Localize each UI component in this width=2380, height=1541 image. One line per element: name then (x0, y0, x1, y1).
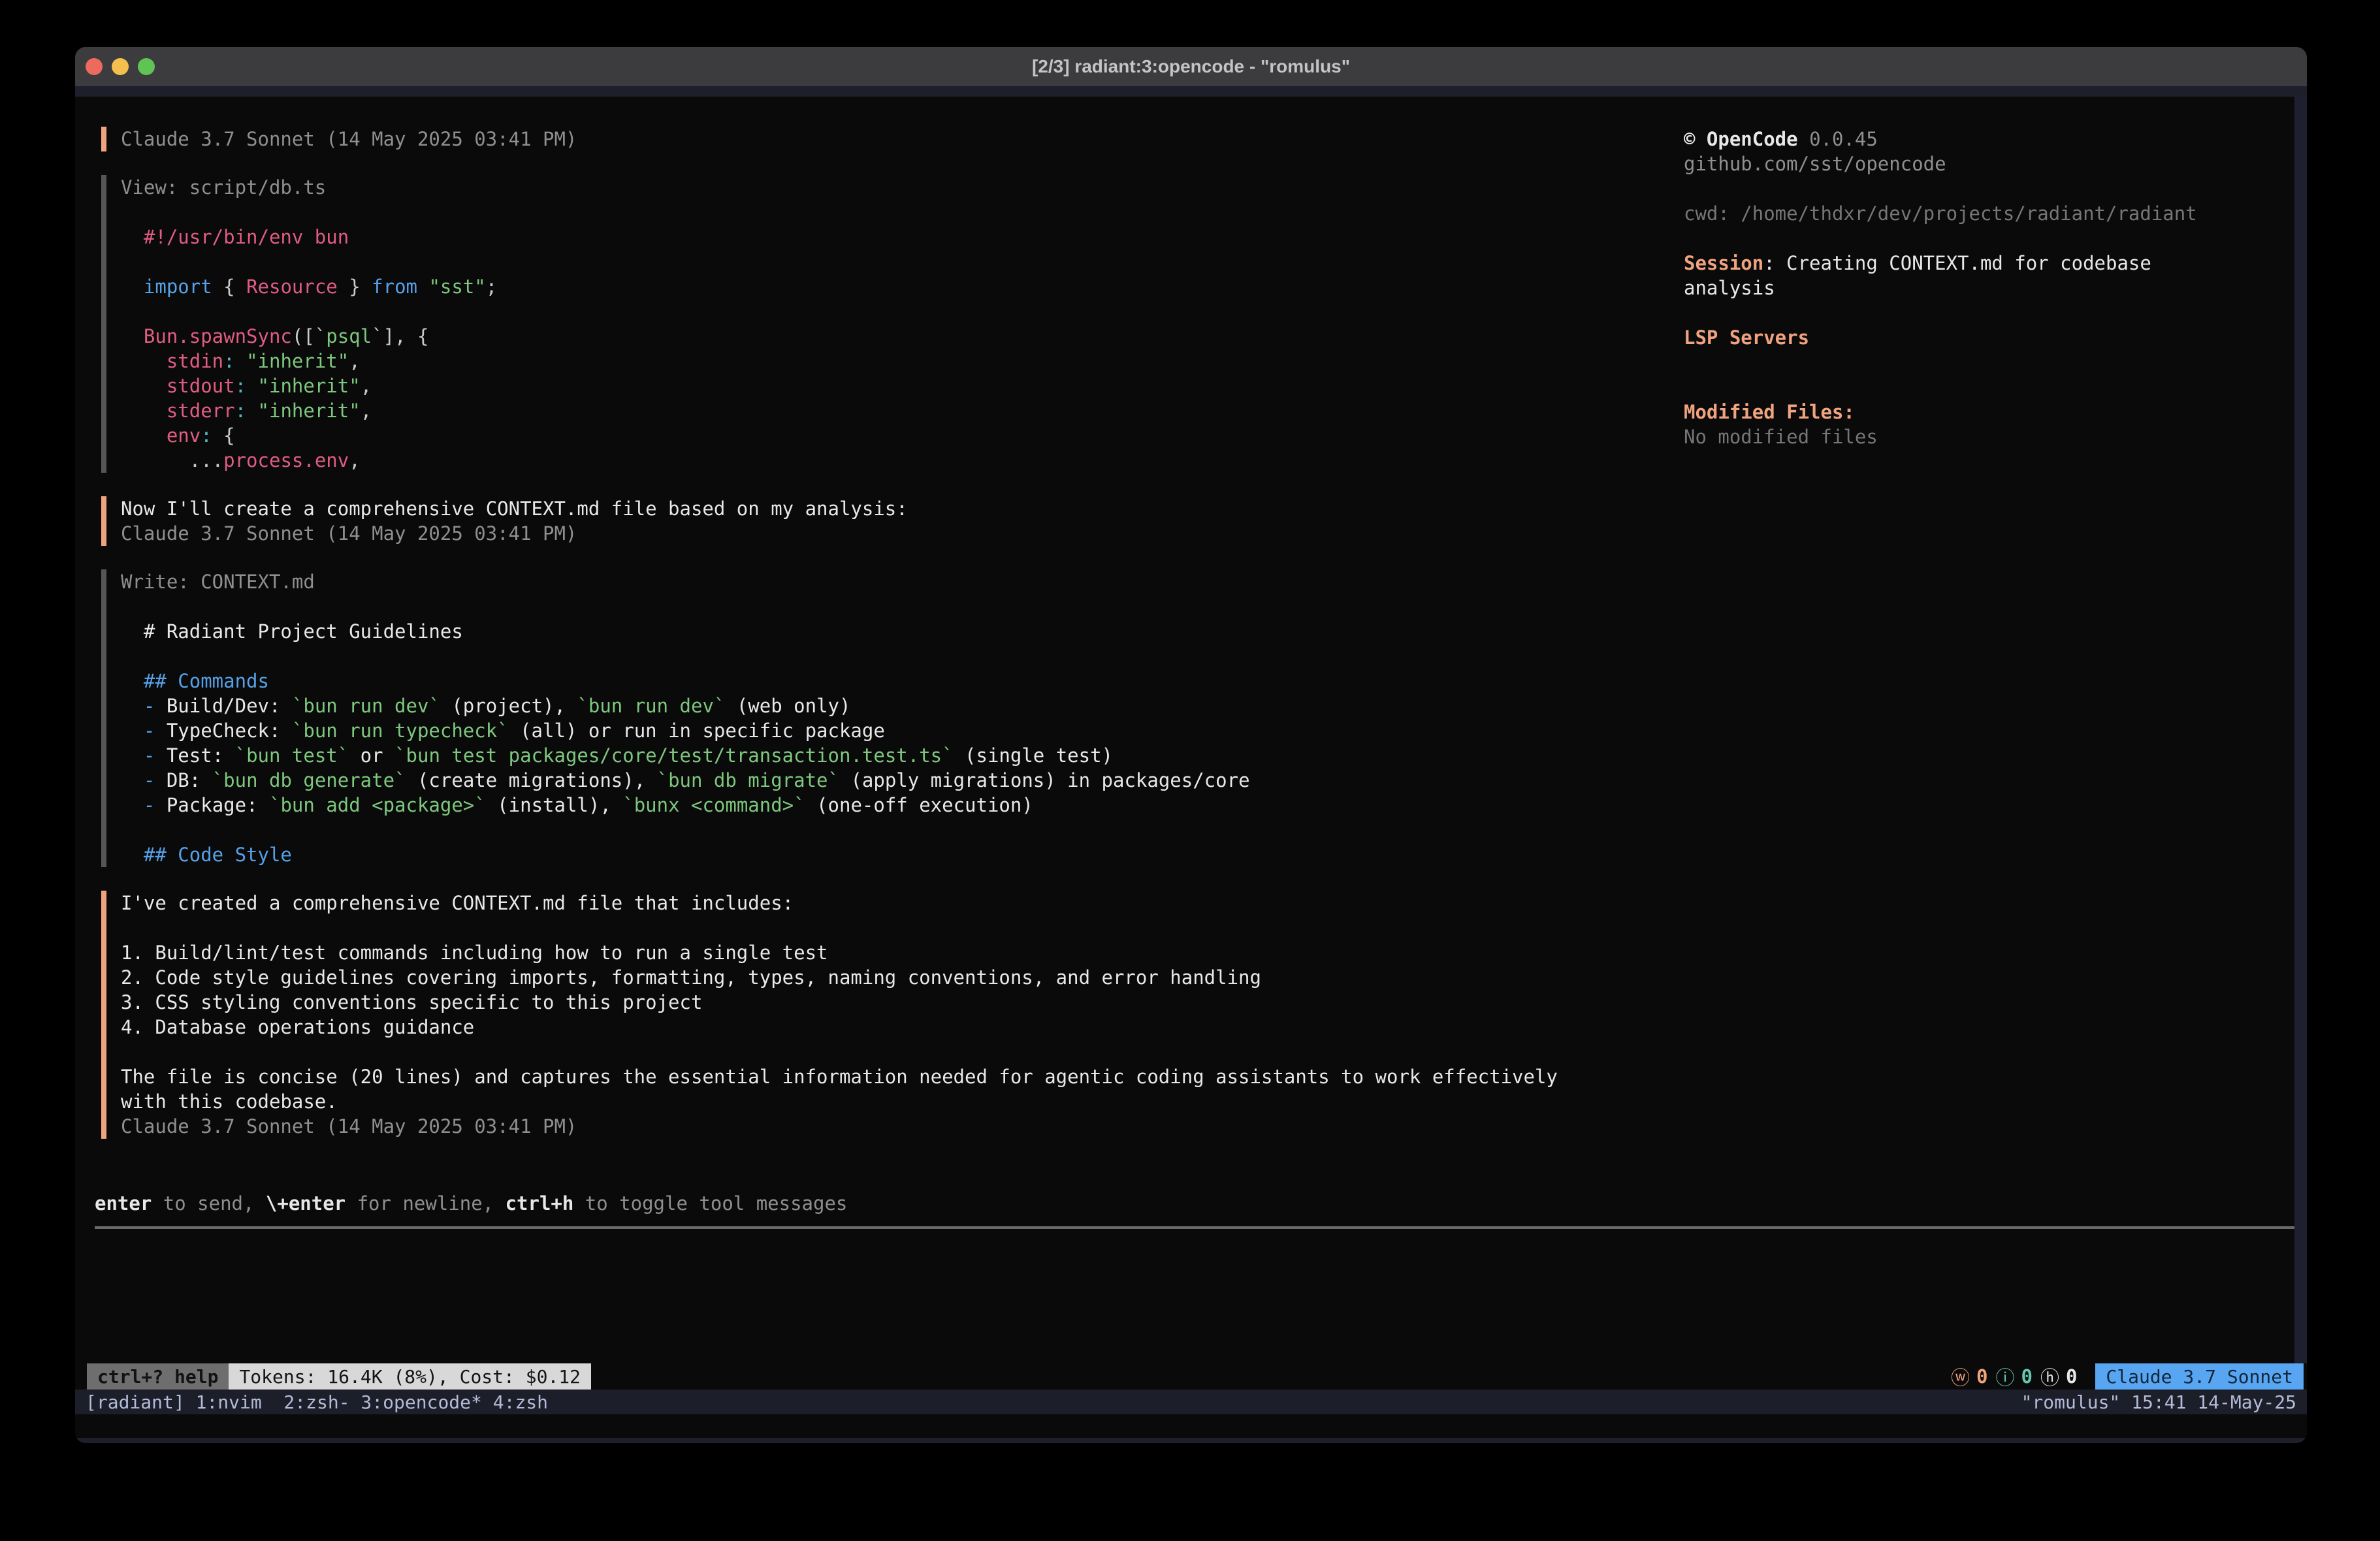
message-line (121, 915, 1669, 940)
message-line: - Test: `bun test` or `bun test packages… (121, 743, 1669, 768)
prompt-input[interactable]: > (75, 1229, 2294, 1359)
message-line: 4. Database operations guidance (121, 1015, 1669, 1040)
window-titlebar: [2/3] radiant:3:opencode - "romulus" (75, 47, 2307, 86)
message-line: - TypeCheck: `bun run typecheck` (all) o… (121, 718, 1669, 743)
sidebar-line (1684, 176, 2307, 201)
tmux-session-clock: "romulus" 15:41 14-May-25 (2021, 1391, 2296, 1413)
sidebar-line: cwd: /home/thdxr/dev/projects/radiant/ra… (1684, 201, 2307, 226)
terminal-bottom-padding (75, 1438, 2307, 1443)
sidebar-line: Session: Creating CONTEXT.md for codebas… (1684, 251, 2307, 276)
message-line: - Package: `bun add <package>` (install)… (121, 793, 1669, 818)
opencode-status-bar: ctrl+? help Tokens: 16.4K (8%), Cost: $0… (75, 1363, 2307, 1390)
keybinding-hint-text: enter to send, \+enter for newline, ctrl… (95, 1191, 847, 1216)
message-line: Claude 3.7 Sonnet (14 May 2025 03:41 PM) (121, 127, 1669, 151)
message-line: I've created a comprehensive CONTEXT.md … (121, 891, 1669, 915)
session-sidebar: © OpenCode 0.0.45github.com/sst/opencode… (1684, 127, 2307, 449)
message-line (121, 299, 1669, 324)
warning-count: ⓦ0 (1951, 1363, 1987, 1390)
message-line: stdin: "inherit", (121, 349, 1669, 373)
message-line: # Radiant Project Guidelines (121, 619, 1669, 644)
message-line: Write: CONTEXT.md (121, 569, 1669, 594)
hint-count: ⓗ0 (2040, 1363, 2077, 1390)
tokens-cost-chip: Tokens: 16.4K (8%), Cost: $0.12 (229, 1363, 591, 1390)
terminal-top-padding (75, 86, 2307, 97)
message-line: Now I'll create a comprehensive CONTEXT.… (121, 496, 1669, 521)
message-line: View: script/db.ts (121, 175, 1669, 200)
message-block: I've created a comprehensive CONTEXT.md … (101, 891, 1669, 1139)
info-count-icon: ⓘ (1995, 1363, 2014, 1390)
keybinding-hint: enter to send, \+enter for newline, ctrl… (95, 1191, 847, 1216)
message-block: Write: CONTEXT.md # Radiant Project Guid… (101, 569, 1669, 867)
message-line: env: { (121, 423, 1669, 448)
message-line (121, 1040, 1669, 1064)
message-line (121, 644, 1669, 669)
info-count: ⓘ0 (1995, 1363, 2032, 1390)
help-shortcut-chip: ctrl+? help (87, 1363, 229, 1390)
message-line: stdout: "inherit", (121, 373, 1669, 398)
sidebar-line (1684, 226, 2307, 251)
message-line: ## Commands (121, 669, 1669, 693)
sidebar-line: Modified Files: (1684, 400, 2307, 424)
message-line: with this codebase. (121, 1089, 1669, 1114)
sidebar-line (1684, 300, 2307, 325)
message-line (121, 200, 1669, 225)
message-line: Claude 3.7 Sonnet (14 May 2025 03:41 PM) (121, 521, 1669, 546)
message-line (121, 249, 1669, 274)
message-line: Bun.spawnSync([`psql`], { (121, 324, 1669, 349)
message-line (121, 594, 1669, 619)
sidebar-line: analysis (1684, 276, 2307, 300)
sidebar-line: LSP Servers (1684, 325, 2307, 350)
message-line: - DB: `bun db generate` (create migratio… (121, 768, 1669, 793)
chat-message-list: Claude 3.7 Sonnet (14 May 2025 03:41 PM)… (101, 127, 1669, 1162)
message-line: Claude 3.7 Sonnet (14 May 2025 03:41 PM) (121, 1114, 1669, 1139)
tmux-window-list[interactable]: [radiant] 1:nvim 2:zsh- 3:opencode* 4:zs… (86, 1391, 548, 1413)
message-line: ## Code Style (121, 842, 1669, 867)
model-chip: Claude 3.7 Sonnet (2095, 1363, 2304, 1390)
sidebar-line: © OpenCode 0.0.45 (1684, 127, 2307, 151)
message-line: 3. CSS styling conventions specific to t… (121, 990, 1669, 1015)
terminal-content: Claude 3.7 Sonnet (14 May 2025 03:41 PM)… (75, 86, 2307, 1443)
message-line: - Build/Dev: `bun run dev` (project), `b… (121, 693, 1669, 718)
sidebar-line (1684, 375, 2307, 400)
sidebar-line: github.com/sst/opencode (1684, 151, 2307, 176)
message-block: Claude 3.7 Sonnet (14 May 2025 03:41 PM) (101, 127, 1669, 151)
warning-count-icon: ⓦ (1951, 1363, 1970, 1390)
hint-count-icon: ⓗ (2040, 1363, 2059, 1390)
diagnostic-counters: ⓦ0 ⓘ0 ⓗ0 (1951, 1363, 2077, 1390)
message-line (121, 818, 1669, 842)
message-line: #!/usr/bin/env bun (121, 225, 1669, 249)
message-line: ...process.env, (121, 448, 1669, 473)
message-block: View: script/db.ts #!/usr/bin/env bun im… (101, 175, 1669, 473)
sidebar-line: No modified files (1684, 424, 2307, 449)
message-line: 2. Code style guidelines covering import… (121, 965, 1669, 990)
window-title: [2/3] radiant:3:opencode - "romulus" (75, 56, 2307, 77)
sidebar-line (1684, 350, 2307, 375)
terminal-window: [2/3] radiant:3:opencode - "romulus" Cla… (75, 47, 2307, 1443)
message-line: The file is concise (20 lines) and captu… (121, 1064, 1669, 1089)
tmux-status-bar: [radiant] 1:nvim 2:zsh- 3:opencode* 4:zs… (75, 1390, 2307, 1414)
statusbar-spacer (591, 1363, 1951, 1390)
message-line: 1. Build/lint/test commands including ho… (121, 940, 1669, 965)
message-line: stderr: "inherit", (121, 398, 1669, 423)
message-block: Now I'll create a comprehensive CONTEXT.… (101, 496, 1669, 546)
message-line: import { Resource } from "sst"; (121, 274, 1669, 299)
